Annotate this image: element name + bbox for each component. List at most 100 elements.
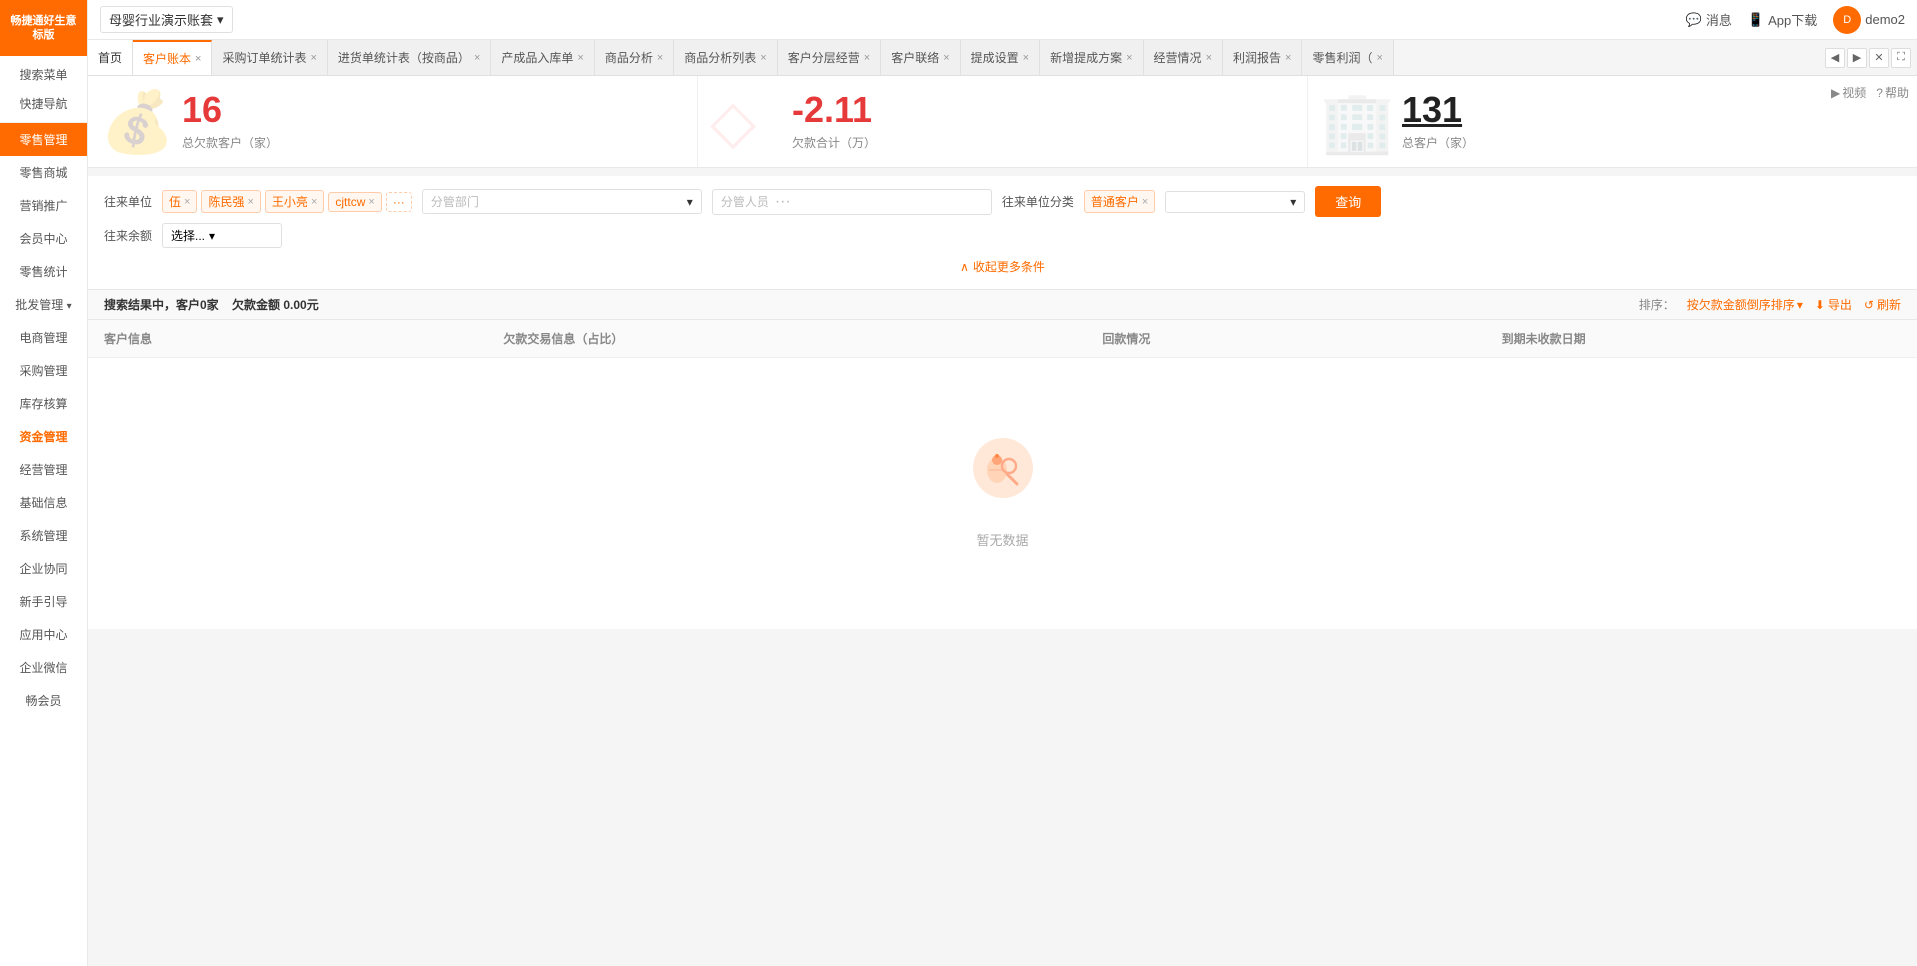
content-area: 💰 16 总欠款客户（家） ◇ -2.11 欠款合计（万） 🏢 131 总客户（…: [88, 76, 1917, 966]
balance-dropdown-icon: ▾: [209, 229, 215, 243]
filter-tag-cjttcw-remove[interactable]: ×: [368, 196, 374, 208]
sidebar-item-basic[interactable]: 基础信息: [0, 486, 87, 519]
company-filter-tags: 伍 × 陈民强 × 王小亮 × cjttcw × ···: [162, 190, 412, 213]
sidebar-item-cooperation[interactable]: 企业协同: [0, 552, 87, 585]
tab-production[interactable]: 产成品入库单 ×: [491, 40, 594, 75]
tab-commodity-analysis-close[interactable]: ×: [657, 52, 663, 64]
account-dropdown-icon: ▾: [217, 12, 224, 28]
sidebar-item-wecom[interactable]: 企业微信: [0, 651, 87, 684]
app-download-btn[interactable]: 📱 App下载: [1748, 10, 1817, 29]
tab-customer-tier-close[interactable]: ×: [864, 52, 870, 64]
tab-commodity-analysis[interactable]: 商品分析 ×: [595, 40, 674, 75]
sidebar-item-inventory[interactable]: 库存核算: [0, 387, 87, 420]
col-due-date: 到期未收款日期: [1502, 330, 1901, 347]
sidebar-item-quick-nav[interactable]: 快捷导航: [0, 89, 87, 118]
balance-filter-label: 往来余额: [104, 227, 152, 244]
tab-promotion-settings-label: 提成设置: [971, 49, 1019, 66]
filter-tag-normal-customer-remove[interactable]: ×: [1142, 196, 1148, 208]
account-selector[interactable]: 母婴行业演示账套 ▾: [100, 6, 233, 33]
sidebar-item-purchase[interactable]: 采购管理: [0, 354, 87, 387]
tab-customer-contact[interactable]: 客户联络 ×: [881, 40, 960, 75]
message-btn[interactable]: 💬 消息: [1686, 10, 1732, 29]
filter-tag-wang[interactable]: 王小亮 ×: [265, 190, 324, 213]
stat-overdue-amount-number: -2.11: [792, 92, 1283, 128]
balance-selector[interactable]: 选择... ▾: [162, 223, 282, 248]
sidebar-item-marketing[interactable]: 营销推广: [0, 189, 87, 222]
sidebar-item-finance[interactable]: 资金管理: [0, 420, 87, 453]
tab-purchase-order-close[interactable]: ×: [310, 52, 316, 64]
result-bar: 搜索结果中，客户0家 欠款金额 0.00元 排序： 按欠款金额倒序排序 ▾ ⬇ …: [88, 290, 1917, 320]
user-avatar-btn[interactable]: D demo2: [1833, 6, 1905, 34]
sidebar-item-wholesale[interactable]: 批发管理 ▾: [0, 288, 87, 321]
tab-promotion-settings[interactable]: 提成设置 ×: [961, 40, 1040, 75]
tab-purchase-order[interactable]: 采购订单统计表 ×: [212, 40, 327, 75]
sidebar-item-vip[interactable]: 畅会员: [0, 684, 87, 717]
video-icon: ▶: [1831, 86, 1840, 100]
empty-state: 暂无数据: [88, 358, 1917, 629]
stat-overdue-customers-label: 总欠款客户（家）: [182, 134, 673, 151]
logo-text: 畅捷通好生意: [11, 14, 77, 28]
sidebar-item-member[interactable]: 会员中心: [0, 222, 87, 255]
sidebar-item-retail-mall[interactable]: 零售商城: [0, 156, 87, 189]
tab-next-btn[interactable]: ▶: [1847, 48, 1867, 68]
tab-customer-ledger-close[interactable]: ×: [195, 53, 201, 65]
help-link[interactable]: ? 帮助: [1876, 84, 1909, 101]
filter-tag-normal-customer[interactable]: 普通客户 ×: [1084, 190, 1155, 213]
tab-business-status-close[interactable]: ×: [1206, 52, 1212, 64]
tab-profit-report[interactable]: 利润报告 ×: [1223, 40, 1302, 75]
topbar: 母婴行业演示账套 ▾ 💬 消息 📱 App下载 D demo2: [88, 0, 1917, 40]
sidebar-item-appstore[interactable]: 应用中心: [0, 618, 87, 651]
message-icon: 💬: [1686, 12, 1702, 28]
tab-retail-profit[interactable]: 零售利润（ ×: [1302, 40, 1393, 75]
tab-stock-stat[interactable]: 进货单统计表（按商品） ×: [328, 40, 491, 75]
tab-business-status[interactable]: 经营情况 ×: [1144, 40, 1223, 75]
tab-fullscreen-btn[interactable]: ⛶: [1891, 48, 1911, 68]
filter-tag-wu-remove[interactable]: ×: [184, 196, 190, 208]
refresh-btn[interactable]: ↺ 刷新: [1864, 296, 1901, 313]
tab-commodity-list-label: 商品分析列表: [684, 49, 756, 66]
department-selector[interactable]: 分管部门 ▾: [422, 189, 702, 214]
stat-overdue-customers: 💰 16 总欠款客户（家）: [88, 76, 698, 167]
sidebar-item-guide[interactable]: 新手引导: [0, 585, 87, 618]
sidebar-item-retail-mgmt[interactable]: 零售管理: [0, 123, 87, 156]
tab-commodity-list[interactable]: 商品分析列表 ×: [674, 40, 777, 75]
tab-profit-report-label: 利润报告: [1233, 49, 1281, 66]
tab-customer-ledger[interactable]: 客户账本 ×: [133, 40, 212, 75]
tab-retail-profit-close[interactable]: ×: [1376, 52, 1382, 64]
filter-tag-wang-remove[interactable]: ×: [311, 196, 317, 208]
sidebar-item-retail-stat[interactable]: 零售统计: [0, 255, 87, 288]
sidebar-item-operation[interactable]: 经营管理: [0, 453, 87, 486]
tab-profit-report-close[interactable]: ×: [1285, 52, 1291, 64]
empty-text: 暂无数据: [976, 530, 1028, 549]
tab-production-close[interactable]: ×: [577, 52, 583, 64]
filter-tag-cjttcw[interactable]: cjttcw ×: [328, 192, 381, 212]
video-link[interactable]: ▶ 视频: [1831, 84, 1866, 101]
sort-selector[interactable]: 按欠款金额倒序排序 ▾: [1687, 296, 1803, 313]
sidebar-item-ecommerce[interactable]: 电商管理: [0, 321, 87, 354]
filter-more-btn[interactable]: ···: [386, 192, 412, 212]
collapse-filters-btn[interactable]: ∧ 收起更多条件: [104, 254, 1901, 279]
category-dropdown[interactable]: ▾: [1165, 191, 1305, 213]
tab-customer-contact-close[interactable]: ×: [943, 52, 949, 64]
filter-tag-chen-remove[interactable]: ×: [247, 196, 253, 208]
tab-prev-btn[interactable]: ◀: [1825, 48, 1845, 68]
filter-tag-chen[interactable]: 陈民强 ×: [201, 190, 260, 213]
query-button[interactable]: 查询: [1315, 186, 1381, 217]
tab-new-promotion-close[interactable]: ×: [1126, 52, 1132, 64]
balance-placeholder: 选择...: [171, 227, 205, 244]
tab-close-all-btn[interactable]: ✕: [1869, 48, 1889, 68]
person-selector[interactable]: 分管人员 ···: [712, 189, 992, 215]
sidebar-item-search[interactable]: 搜索菜单: [0, 60, 87, 89]
tab-stock-stat-close[interactable]: ×: [474, 52, 480, 64]
filter-tag-wu[interactable]: 伍 ×: [162, 190, 197, 213]
export-btn[interactable]: ⬇ 导出: [1815, 296, 1852, 313]
tab-home-label: 首页: [98, 49, 122, 66]
sidebar-item-system[interactable]: 系统管理: [0, 519, 87, 552]
stat-actions: ▶ 视频 ? 帮助: [1831, 84, 1909, 101]
tab-home[interactable]: 首页: [88, 40, 133, 75]
tab-promotion-settings-close[interactable]: ×: [1023, 52, 1029, 64]
tab-commodity-list-close[interactable]: ×: [760, 52, 766, 64]
tab-new-promotion[interactable]: 新增提成方案 ×: [1040, 40, 1143, 75]
table-area: 客户信息 欠款交易信息（占比） 回款情况 到期未收款日期: [88, 320, 1917, 629]
tab-customer-tier[interactable]: 客户分层经营 ×: [778, 40, 881, 75]
